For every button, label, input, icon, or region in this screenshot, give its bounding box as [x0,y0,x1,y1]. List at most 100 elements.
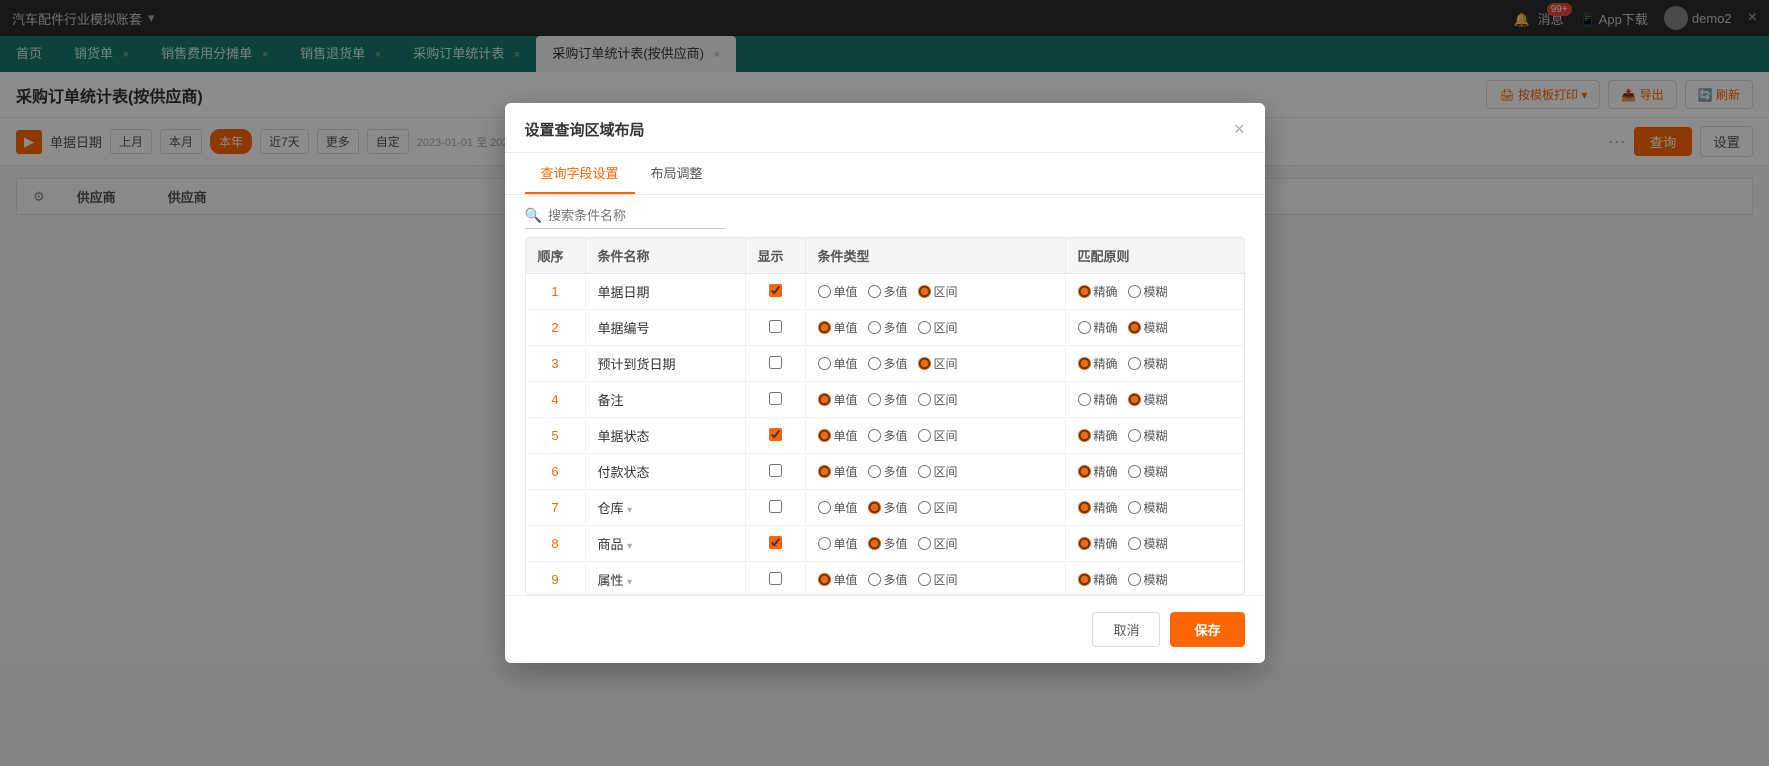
row-order: 9 [526,564,586,594]
type-radio-单值[interactable]: 单值 [818,499,858,516]
match-radio-模糊[interactable]: 模糊 [1128,355,1168,372]
th-display: 显示 [746,238,806,273]
type-radio-多值[interactable]: 多值 [868,391,908,408]
row-type: 单值 多值 区间 [806,347,1066,380]
type-radio-多值[interactable]: 多值 [868,319,908,336]
row-display[interactable] [746,384,806,416]
match-radio-精确[interactable]: 精确 [1078,535,1118,552]
type-radio-单值[interactable]: 单值 [818,319,858,336]
search-input[interactable] [548,208,708,223]
display-checkbox[interactable] [769,572,782,585]
match-radio-精确[interactable]: 精确 [1078,283,1118,300]
row-display[interactable] [746,528,806,560]
row-type: 单值 多值 区间 [806,419,1066,452]
display-checkbox[interactable] [769,320,782,333]
row-name: 备注 [586,382,746,417]
row-name: 单据编号 [586,310,746,345]
type-radio-单值[interactable]: 单值 [818,391,858,408]
type-radio-单值[interactable]: 单值 [818,427,858,444]
type-radio-单值[interactable]: 单值 [818,283,858,300]
match-radio-模糊[interactable]: 模糊 [1128,463,1168,480]
display-checkbox[interactable] [769,464,782,477]
config-table: 顺序 条件名称 显示 条件类型 匹配原则 1 单据日期 单值 多值 区间 [525,237,1245,595]
row-display[interactable] [746,420,806,452]
type-radio-区间[interactable]: 区间 [918,463,958,480]
tab-field-settings[interactable]: 查询字段设置 [525,153,635,194]
type-radio-区间[interactable]: 区间 [918,571,958,588]
type-radio-多值[interactable]: 多值 [868,535,908,552]
match-radio-模糊[interactable]: 模糊 [1128,427,1168,444]
row-order: 8 [526,528,586,559]
type-radio-多值[interactable]: 多值 [868,355,908,372]
match-radio-精确[interactable]: 精确 [1078,499,1118,516]
match-radio-精确[interactable]: 精确 [1078,319,1118,336]
type-radio-区间[interactable]: 区间 [918,283,958,300]
row-order: 2 [526,312,586,343]
display-checkbox[interactable] [769,428,782,441]
row-display[interactable] [746,564,806,595]
row-name: 仓库 ▾ [586,490,746,525]
row-display[interactable] [746,312,806,344]
dialog: 设置查询区域布局 × 查询字段设置 布局调整 🔍 顺序 条件名称 显示 [505,103,1265,663]
table-row: 9 属性 ▾ 单值 多值 区间 精确 模糊 [526,562,1244,594]
config-table-body: 1 单据日期 单值 多值 区间 精确 模糊 2 单据编号 [526,274,1244,594]
row-match: 精确 模糊 [1066,419,1244,452]
type-radio-单值[interactable]: 单值 [818,571,858,588]
display-checkbox[interactable] [769,536,782,549]
dialog-close-button[interactable]: × [1234,119,1245,140]
display-checkbox[interactable] [769,392,782,405]
search-icon: 🔍 [525,207,542,224]
match-radio-精确[interactable]: 精确 [1078,463,1118,480]
match-radio-模糊[interactable]: 模糊 [1128,571,1168,588]
dialog-footer: 取消 保存 [505,595,1265,663]
type-radio-多值[interactable]: 多值 [868,463,908,480]
dialog-header: 设置查询区域布局 × [505,103,1265,153]
row-display[interactable] [746,456,806,488]
type-radio-单值[interactable]: 单值 [818,535,858,552]
type-radio-多值[interactable]: 多值 [868,499,908,516]
th-order: 顺序 [526,238,586,273]
match-radio-精确[interactable]: 精确 [1078,391,1118,408]
type-radio-区间[interactable]: 区间 [918,391,958,408]
table-row: 2 单据编号 单值 多值 区间 精确 模糊 [526,310,1244,346]
display-checkbox[interactable] [769,284,782,297]
row-order: 4 [526,384,586,415]
match-radio-模糊[interactable]: 模糊 [1128,499,1168,516]
type-radio-多值[interactable]: 多值 [868,571,908,588]
type-radio-多值[interactable]: 多值 [868,283,908,300]
type-radio-区间[interactable]: 区间 [918,535,958,552]
row-match: 精确 模糊 [1066,527,1244,560]
tab-layout-adjust[interactable]: 布局调整 [635,153,719,194]
row-type: 单值 多值 区间 [806,527,1066,560]
type-radio-多值[interactable]: 多值 [868,427,908,444]
row-name: 商品 ▾ [586,526,746,561]
type-radio-单值[interactable]: 单值 [818,355,858,372]
type-radio-区间[interactable]: 区间 [918,319,958,336]
display-checkbox[interactable] [769,356,782,369]
row-match: 精确 模糊 [1066,563,1244,594]
row-display[interactable] [746,276,806,308]
match-radio-精确[interactable]: 精确 [1078,427,1118,444]
row-name: 属性 ▾ [586,562,746,594]
row-order: 1 [526,276,586,307]
type-radio-区间[interactable]: 区间 [918,355,958,372]
type-radio-区间[interactable]: 区间 [918,427,958,444]
save-button[interactable]: 保存 [1170,612,1244,647]
match-radio-模糊[interactable]: 模糊 [1128,535,1168,552]
match-radio-精确[interactable]: 精确 [1078,355,1118,372]
match-radio-模糊[interactable]: 模糊 [1128,319,1168,336]
row-name: 单据状态 [586,418,746,453]
cancel-button[interactable]: 取消 [1092,612,1160,647]
match-radio-模糊[interactable]: 模糊 [1128,391,1168,408]
row-type: 单值 多值 区间 [806,563,1066,594]
row-name: 付款状态 [586,454,746,489]
display-checkbox[interactable] [769,500,782,513]
type-radio-区间[interactable]: 区间 [918,499,958,516]
match-radio-模糊[interactable]: 模糊 [1128,283,1168,300]
type-radio-单值[interactable]: 单值 [818,463,858,480]
row-display[interactable] [746,348,806,380]
match-radio-精确[interactable]: 精确 [1078,571,1118,588]
table-row: 8 商品 ▾ 单值 多值 区间 精确 模糊 [526,526,1244,562]
row-display[interactable] [746,492,806,524]
table-row: 4 备注 单值 多值 区间 精确 模糊 [526,382,1244,418]
